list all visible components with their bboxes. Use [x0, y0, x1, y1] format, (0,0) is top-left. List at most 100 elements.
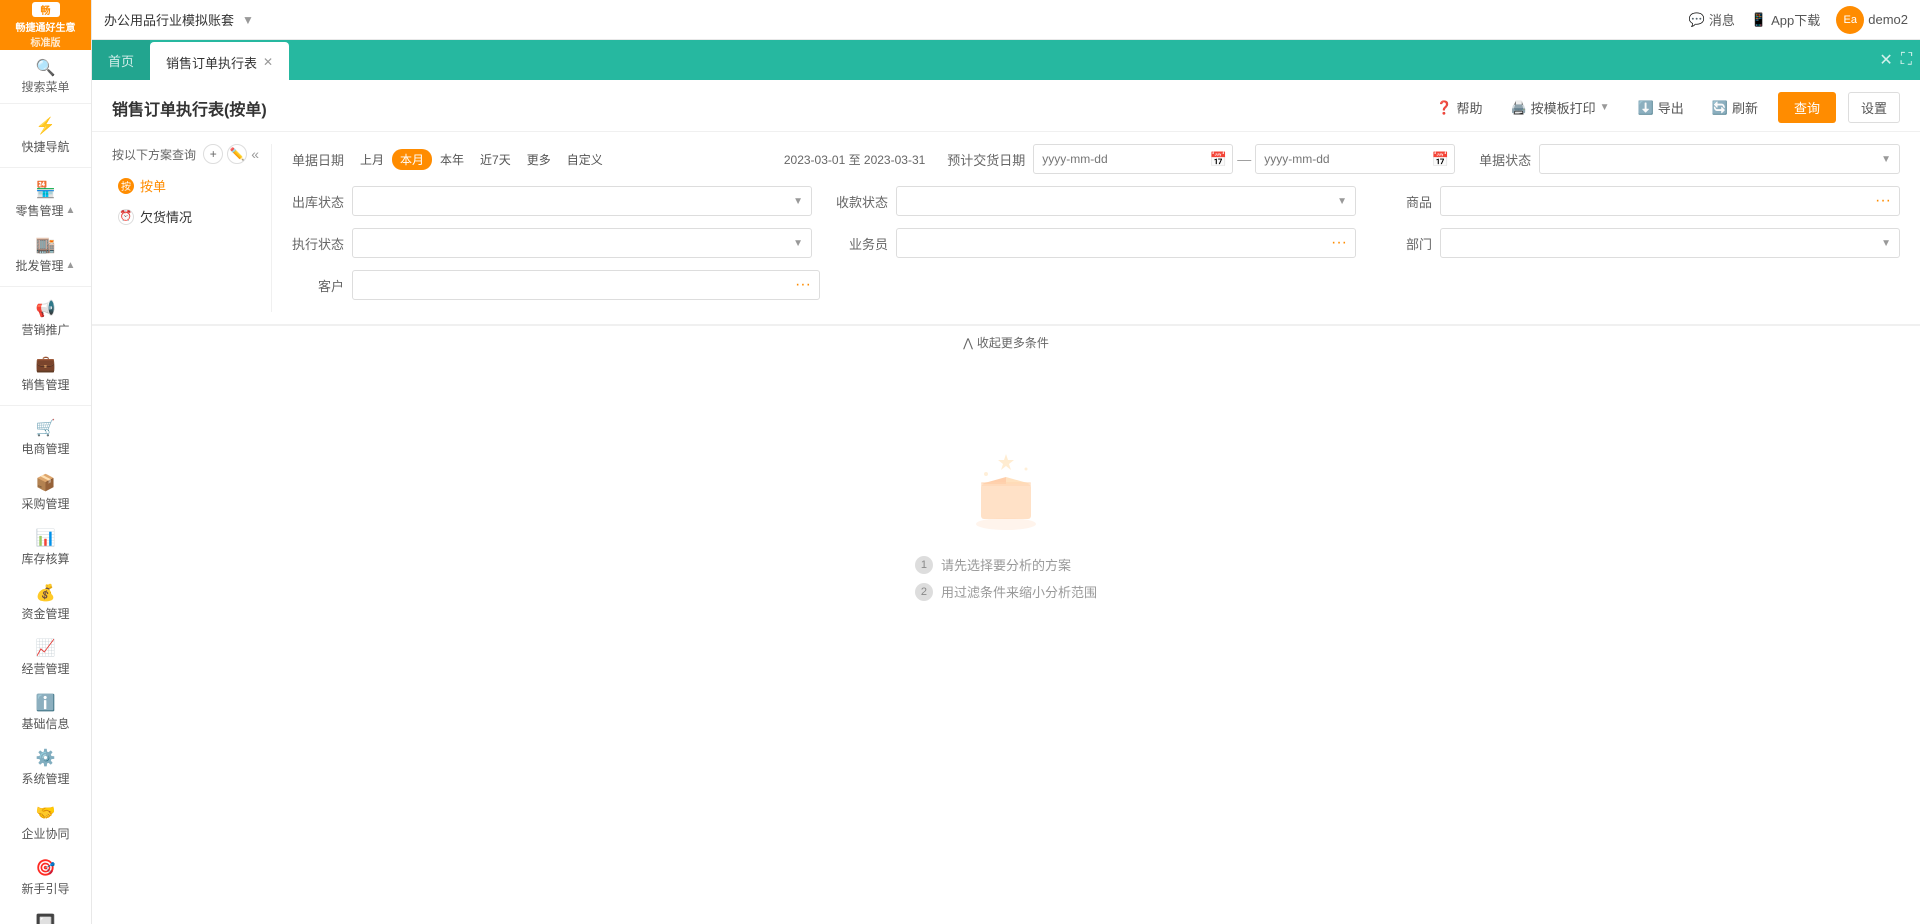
collapse-button[interactable]: ⋀ 收起更多条件	[951, 330, 1061, 355]
sidebar-item-wholesale[interactable]: 🏬 批发管理 ▲	[0, 227, 91, 282]
date-btn-custom[interactable]: 自定义	[559, 149, 611, 170]
filter-row-1: 单据日期 上月 本月 本年 近7天 更多 自定义 2023-03-01 至 20…	[288, 144, 1900, 174]
order-status-select[interactable]: ▼	[1539, 144, 1900, 174]
date-start-icon[interactable]: 📅	[1210, 151, 1227, 168]
salesperson-select[interactable]: ···	[896, 228, 1356, 258]
empty-state: 1 请先选择要分析的方案 2 用过滤条件来缩小分析范围	[92, 359, 1920, 681]
scheme-debt[interactable]: ⏰ 欠货情况	[112, 203, 259, 230]
system-label: 系统管理	[21, 770, 69, 787]
sidebar-item-ops[interactable]: 📈 经营管理	[0, 630, 91, 685]
sidebar-item-inventory[interactable]: 📊 库存核算	[0, 520, 91, 575]
ecom-section: 🛒 电商管理 📦 采购管理 📊 库存核算 💰 资金管理 📈 经营管理 ℹ️ 基础…	[0, 406, 91, 924]
collapse-label: 收起更多条件	[977, 334, 1049, 351]
topbar-dropdown-icon[interactable]: ▼	[242, 13, 254, 27]
scheme-by-order[interactable]: 按 按单	[112, 172, 259, 199]
sidebar-item-finance[interactable]: 💰 资金管理	[0, 575, 91, 630]
user-menu[interactable]: Ea demo2	[1836, 6, 1908, 34]
empty-illustration	[956, 439, 1056, 539]
filter-sidebar-title-text: 按以下方案查询	[112, 146, 196, 163]
sidebar-item-sales[interactable]: 💼 销售管理	[0, 346, 91, 401]
basic-info-icon: ℹ️	[36, 693, 56, 713]
sidebar-item-enterprise-collab[interactable]: 🤝 企业协同	[0, 795, 91, 850]
filter-area: 按以下方案查询 + ✏️ « 按 按单 ⏰ 欠货情况	[92, 132, 1920, 325]
date-btn-last-month[interactable]: 上月	[352, 149, 392, 170]
collapse-sidebar-button[interactable]: «	[251, 146, 259, 162]
delivery-status-field: 出库状态 ▼	[288, 186, 812, 216]
order-status-arrow-icon: ▼	[1881, 154, 1891, 165]
inventory-icon: 📊	[36, 528, 56, 548]
query-button[interactable]: 查询	[1778, 92, 1836, 123]
filter-sidebar-actions: + ✏️ «	[203, 144, 259, 164]
goods-more-icon[interactable]: ···	[1875, 192, 1891, 210]
goods-select[interactable]: ···	[1440, 186, 1900, 216]
page-title: 销售订单执行表(按单)	[112, 96, 267, 120]
page-content: 销售订单执行表(按单) ❓ 帮助 🖨️ 按模板打印 ▼ ⬇️ 导出 🔄 刷新	[92, 80, 1920, 924]
empty-tips: 1 请先选择要分析的方案 2 用过滤条件来缩小分析范围	[915, 555, 1097, 601]
sidebar-item-retail[interactable]: 🏪 零售管理 ▲	[0, 172, 91, 227]
quick-nav-section: ⚡ 快捷导航	[0, 104, 91, 168]
search-menu-label: 搜索菜单	[6, 78, 85, 95]
refresh-button[interactable]: 🔄 刷新	[1704, 94, 1766, 121]
settings-button[interactable]: 设置	[1848, 92, 1900, 123]
message-label: 消息	[1709, 10, 1735, 29]
execution-status-field: 执行状态 ▼	[288, 228, 812, 258]
edit-scheme-button[interactable]: ✏️	[227, 144, 247, 164]
topbar-title: 办公用品行业模拟账套	[104, 10, 234, 29]
app-center-icon: 🔲	[36, 913, 56, 924]
date-end-input[interactable]	[1255, 144, 1455, 174]
app-download-button[interactable]: 📱 App下载	[1751, 10, 1820, 29]
date-end-icon[interactable]: 📅	[1432, 151, 1449, 168]
scheme-by-order-icon: 按	[118, 178, 134, 194]
wholesale-arrow-icon: ▲	[66, 260, 76, 271]
sidebar-item-marketing[interactable]: 📢 营销推广	[0, 291, 91, 346]
sales-icon: 💼	[36, 354, 56, 374]
template-print-button[interactable]: 🖨️ 按模板打印 ▼	[1502, 94, 1617, 121]
username: demo2	[1868, 12, 1908, 27]
sidebar-item-app-center[interactable]: 🔲 应用中心	[0, 905, 91, 924]
delivery-status-select[interactable]: ▼	[352, 186, 812, 216]
customer-select[interactable]: ···	[352, 270, 820, 300]
tip-1-num: 1	[915, 556, 933, 574]
sidebar-item-ecom[interactable]: 🛒 电商管理	[0, 410, 91, 465]
tab-close-icon[interactable]: ✕	[263, 55, 273, 69]
add-scheme-button[interactable]: +	[203, 144, 223, 164]
refresh-label: 刷新	[1732, 98, 1758, 117]
export-button[interactable]: ⬇️ 导出	[1630, 94, 1692, 121]
message-button[interactable]: 💬 消息	[1689, 10, 1735, 29]
collection-status-select[interactable]: ▼	[896, 186, 1356, 216]
collection-status-arrow-icon: ▼	[1337, 196, 1347, 207]
sidebar-item-system[interactable]: ⚙️ 系统管理	[0, 740, 91, 795]
customer-field: 客户 ···	[288, 270, 820, 300]
customer-more-icon[interactable]: ···	[795, 276, 811, 294]
tab-expand-icon[interactable]: ⛶	[1901, 51, 1912, 69]
marketing-section: 📢 营销推广 💼 销售管理	[0, 287, 91, 406]
sidebar-item-new-user[interactable]: 🎯 新手引导	[0, 850, 91, 905]
date-btn-more[interactable]: 更多	[519, 149, 559, 170]
salesperson-more-icon[interactable]: ···	[1331, 234, 1347, 252]
expected-delivery-range: 📅 — 📅	[1033, 144, 1455, 174]
tab-close-window-icon[interactable]: ✕	[1879, 50, 1892, 70]
execution-status-arrow-icon: ▼	[793, 238, 803, 249]
date-btn-this-year[interactable]: 本年	[432, 149, 472, 170]
sidebar-item-purchase[interactable]: 📦 采购管理	[0, 465, 91, 520]
date-btn-this-month[interactable]: 本月	[392, 149, 432, 170]
date-start-input[interactable]	[1033, 144, 1233, 174]
date-btn-last-7-days[interactable]: 近7天	[472, 149, 519, 170]
search-menu-item[interactable]: 🔍 搜索菜单	[0, 50, 91, 104]
tip-1-text: 请先选择要分析的方案	[941, 555, 1071, 574]
sidebar-item-quick-nav[interactable]: ⚡ 快捷导航	[0, 108, 91, 163]
date-separator: —	[1237, 151, 1251, 167]
tab-sales-order[interactable]: 销售订单执行表 ✕	[150, 42, 289, 82]
purchase-label: 采购管理	[21, 495, 69, 512]
department-select[interactable]: ▼	[1440, 228, 1900, 258]
sidebar-item-basic-info[interactable]: ℹ️ 基础信息	[0, 685, 91, 740]
app-logo[interactable]: 畅 畅捷通好生意 标准版	[0, 0, 91, 50]
new-user-icon: 🎯	[36, 858, 56, 878]
help-button[interactable]: ❓ 帮助	[1428, 94, 1490, 121]
expected-delivery-label: 预计交货日期	[945, 150, 1025, 169]
tab-home[interactable]: 首页	[92, 40, 150, 80]
refresh-icon: 🔄	[1712, 100, 1728, 116]
execution-status-select[interactable]: ▼	[352, 228, 812, 258]
ecom-label: 电商管理	[21, 440, 69, 457]
ecom-icon: 🛒	[36, 418, 56, 438]
